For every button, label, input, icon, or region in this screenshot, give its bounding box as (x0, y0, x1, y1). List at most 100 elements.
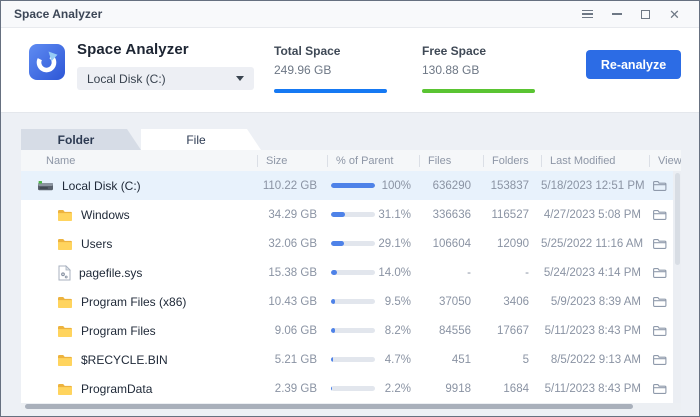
maximize-button[interactable] (631, 4, 660, 25)
horizontal-scrollbar[interactable] (21, 403, 681, 410)
column-header-percent[interactable]: % of Parent (327, 154, 419, 167)
row-name-label: Windows (81, 207, 130, 222)
percent-value: 31.1% (378, 208, 411, 221)
column-header-view[interactable]: View (649, 154, 681, 167)
view-folder-icon (652, 295, 667, 308)
percent-bar (331, 357, 375, 362)
row-files: 9918 (445, 382, 471, 395)
view-folder-icon (652, 382, 667, 395)
percent-bar (331, 270, 375, 275)
row-size: 2.39 GB (274, 382, 317, 395)
close-icon: ✕ (669, 6, 680, 22)
row-name: Local Disk (C:) (21, 178, 257, 193)
row-files: 336636 (432, 208, 471, 221)
column-header-modified[interactable]: Last Modified (541, 154, 649, 167)
app-window: Space Analyzer ✕ Space Analyzer Local Di… (0, 0, 700, 417)
column-header-folders[interactable]: Folders (483, 154, 541, 167)
row-name: Users (21, 237, 257, 251)
row-modified: 5/18/2023 12:51 PM (541, 179, 645, 192)
row-percent: 9.5% (327, 296, 419, 308)
minimize-icon (611, 13, 622, 15)
window-controls: ✕ (573, 4, 689, 25)
row-modified: 8/5/2022 9:13 AM (550, 353, 641, 366)
app-header: Space Analyzer Local Disk (C:) Total Spa… (1, 28, 699, 113)
row-files: 451 (451, 353, 471, 366)
disk-icon (37, 178, 54, 193)
folder-icon (57, 382, 73, 396)
free-space-block: Free Space 130.88 GB (422, 44, 535, 93)
row-size: 5.21 GB (274, 353, 317, 366)
maximize-icon (641, 9, 650, 19)
folder-icon (57, 353, 73, 367)
folder-table: Name Size % of Parent Files Folders Last… (21, 150, 681, 410)
row-percent: 100% (327, 180, 419, 192)
view-folder-icon (652, 324, 667, 337)
row-size: 10.43 GB (268, 295, 317, 308)
row-files: - (467, 266, 471, 279)
drive-selector-value: Local Disk (C:) (87, 71, 166, 86)
table-row[interactable]: ProgramData 2.39 GB 2.2% 9918 1684 5/11/2023 … (21, 374, 681, 403)
reanalyze-button[interactable]: Re-analyze (586, 50, 681, 79)
row-size: 9.06 GB (274, 324, 317, 337)
percent-value: 2.2% (384, 382, 411, 395)
percent-value: 29.1% (378, 237, 411, 250)
column-header-size[interactable]: Size (257, 154, 327, 167)
row-folders: 116527 (491, 208, 529, 221)
minimize-button[interactable] (602, 4, 631, 25)
percent-value: 9.5% (384, 295, 411, 308)
row-name: Program Files (x86) (21, 295, 257, 309)
system-file-icon (57, 264, 71, 281)
row-files: 106604 (432, 237, 471, 250)
row-modified: 4/27/2023 5:08 PM (543, 208, 641, 221)
table-header: Name Size % of Parent Files Folders Last… (21, 150, 681, 171)
row-percent: 14.0% (327, 267, 419, 279)
row-name: Windows (21, 208, 257, 222)
row-percent: 2.2% (327, 383, 419, 395)
title-bar: Space Analyzer ✕ (1, 1, 699, 28)
vertical-scrollbar[interactable] (673, 171, 681, 403)
view-folder-icon (652, 353, 667, 366)
row-percent: 8.2% (327, 325, 419, 337)
app-logo-icon (29, 44, 65, 80)
row-name-label: ProgramData (81, 381, 153, 396)
table-row[interactable]: Users 32.06 GB 29.1% 106604 12090 5/25/2022 1… (21, 229, 681, 258)
hamburger-icon (582, 9, 593, 19)
tab-bar: Folder File (21, 129, 681, 150)
row-folders: - (525, 266, 529, 279)
view-folder-icon (652, 266, 667, 279)
percent-bar (331, 299, 375, 304)
percent-value: 14.0% (378, 266, 411, 279)
row-files: 37050 (439, 295, 471, 308)
column-header-files[interactable]: Files (419, 154, 483, 167)
table-row[interactable]: pagefile.sys 15.38 GB 14.0% - - 5/24/2023 4:1… (21, 258, 681, 287)
menu-button[interactable] (573, 4, 602, 25)
row-size: 110.22 GB (262, 179, 317, 192)
row-folders: 5 (522, 353, 529, 366)
row-percent: 29.1% (327, 238, 419, 250)
row-modified: 5/25/2022 11:16 AM (541, 237, 644, 250)
percent-value: 4.7% (384, 353, 411, 366)
row-size: 34.29 GB (268, 208, 317, 221)
close-button[interactable]: ✕ (660, 4, 689, 25)
row-folders: 17667 (497, 324, 529, 337)
tab-file[interactable]: File (141, 129, 261, 150)
table-row[interactable]: $RECYCLE.BIN 5.21 GB 4.7% 451 5 8/5/2022 9:13… (21, 345, 681, 374)
tab-folder[interactable]: Folder (21, 129, 141, 150)
table-row[interactable]: Windows 34.29 GB 31.1% 336636 116527 4/27/202… (21, 200, 681, 229)
column-header-name[interactable]: Name (21, 155, 257, 167)
view-folder-icon (652, 179, 667, 192)
table-row[interactable]: Program Files 9.06 GB 8.2% 84556 17667 5/11/2… (21, 316, 681, 345)
vertical-scrollbar-thumb[interactable] (674, 173, 680, 265)
row-name-label: Program Files (x86) (81, 294, 187, 309)
table-row[interactable]: Local Disk (C:) 110.22 GB 100% 636290 153837… (21, 171, 681, 200)
row-size: 15.38 GB (268, 266, 317, 279)
row-size: 32.06 GB (268, 237, 317, 250)
drive-selector[interactable]: Local Disk (C:) (77, 67, 254, 90)
percent-value: 8.2% (384, 324, 411, 337)
row-name-label: Program Files (81, 323, 156, 338)
folder-icon (57, 237, 73, 251)
table-row[interactable]: Program Files (x86) 10.43 GB 9.5% 37050 3406… (21, 287, 681, 316)
percent-bar (331, 212, 375, 217)
folder-icon (57, 295, 73, 309)
horizontal-scrollbar-thumb[interactable] (25, 404, 633, 409)
